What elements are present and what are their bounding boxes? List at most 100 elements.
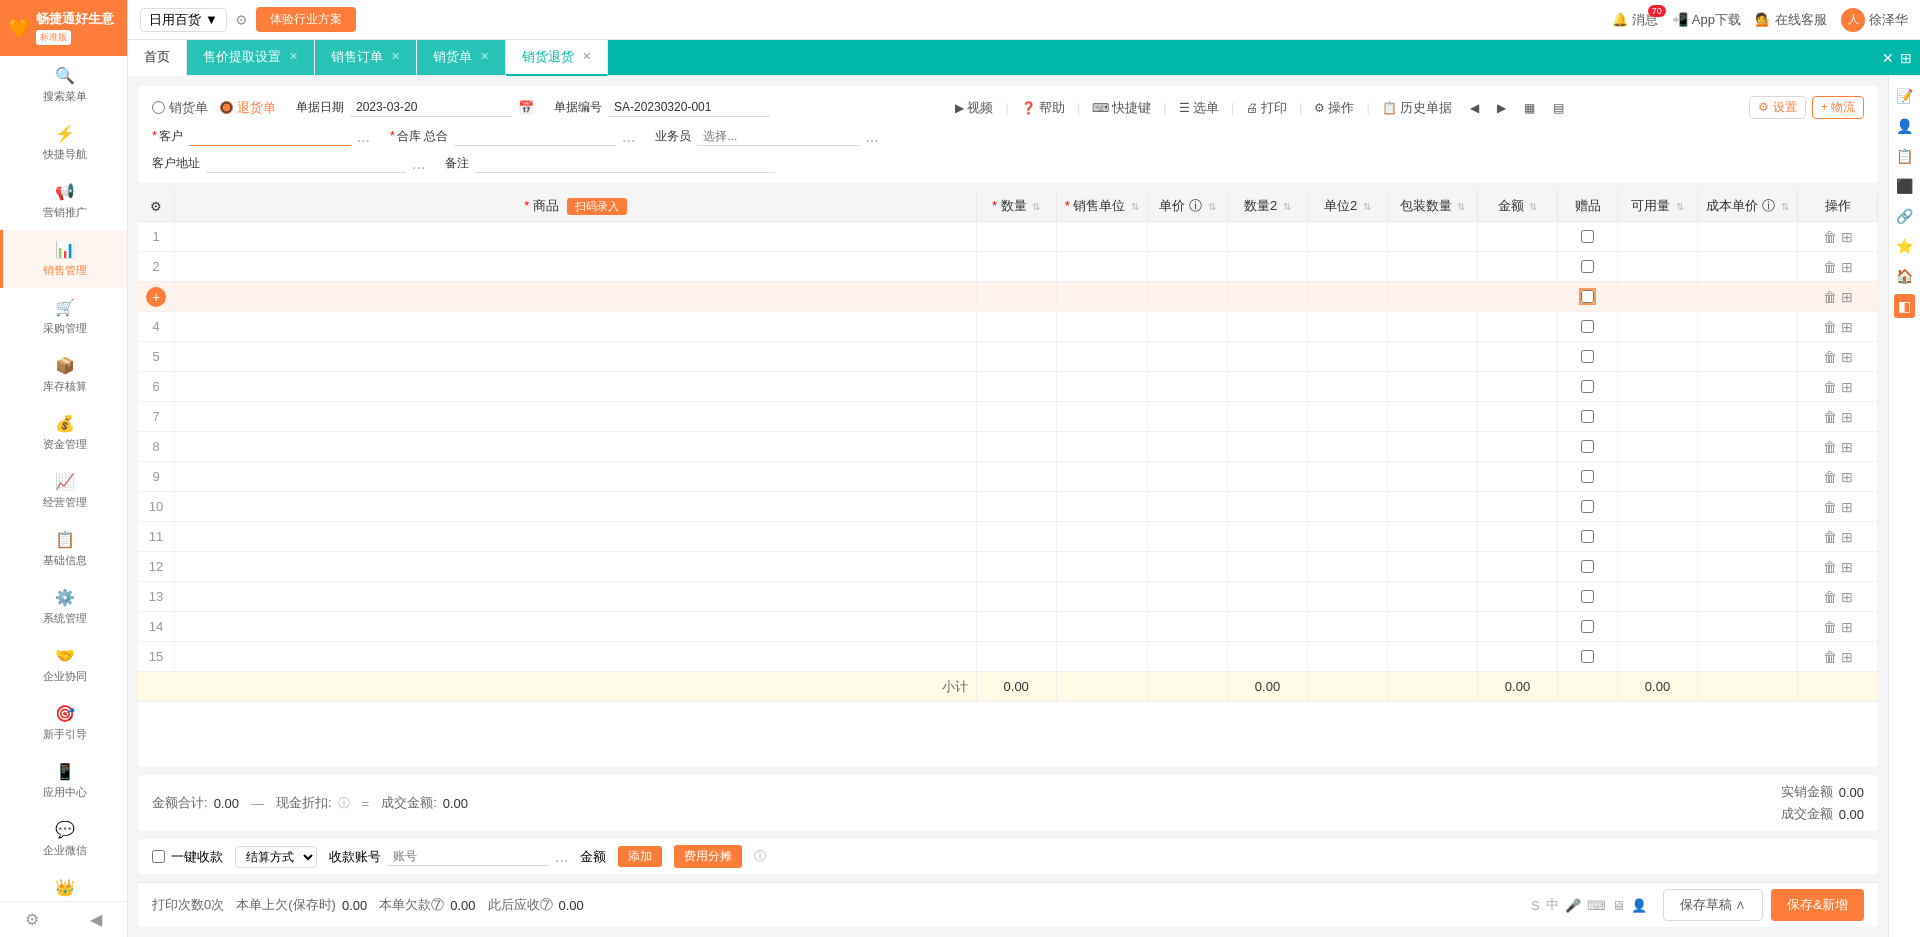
copy-row-icon-12[interactable]: ⊞: [1841, 559, 1853, 575]
gift-checkbox-8[interactable]: [1581, 440, 1594, 453]
add-row-btn[interactable]: +: [146, 287, 166, 307]
price-cell-1[interactable]: [1148, 222, 1228, 252]
gift-checkbox-10[interactable]: [1581, 500, 1594, 513]
view-list-icon[interactable]: ▦: [1518, 99, 1541, 117]
price-cell-13[interactable]: [1148, 582, 1228, 612]
tab-close-icon[interactable]: ✕: [391, 50, 400, 63]
collapse-sidebar-icon[interactable]: ◀: [90, 910, 102, 929]
video-btn[interactable]: ▶ 视频: [949, 97, 999, 119]
unit-cell-1[interactable]: [1056, 222, 1147, 252]
unit2-cell-1[interactable]: [1308, 222, 1388, 252]
delete-row-icon-2[interactable]: 🗑: [1823, 259, 1837, 275]
pack-qty-cell-2[interactable]: [1388, 252, 1478, 282]
qty-cell-10[interactable]: [976, 492, 1056, 522]
unit2-cell-14[interactable]: [1308, 612, 1388, 642]
price-cell-7[interactable]: [1148, 402, 1228, 432]
unit2-cell-11[interactable]: [1308, 522, 1388, 552]
available-cell-11[interactable]: [1618, 522, 1698, 552]
rs-icon-1[interactable]: 📝: [1892, 84, 1917, 108]
qty-cell-7[interactable]: [976, 402, 1056, 432]
available-cell-15[interactable]: [1618, 642, 1698, 672]
copy-row-icon-11[interactable]: ⊞: [1841, 529, 1853, 545]
available-cell-14[interactable]: [1618, 612, 1698, 642]
rs-icon-2[interactable]: 👤: [1892, 114, 1917, 138]
rs-icon-5[interactable]: 🔗: [1892, 204, 1917, 228]
gift-cell-1[interactable]: [1558, 222, 1618, 252]
qty2-cell-4[interactable]: [1228, 312, 1308, 342]
sidebar-item-search[interactable]: 🔍 搜索菜单: [0, 56, 127, 114]
amount-cell-5[interactable]: [1478, 342, 1558, 372]
pack-qty-cell-11[interactable]: [1388, 522, 1478, 552]
price-cell-8[interactable]: [1148, 432, 1228, 462]
gift-cell-13[interactable]: [1558, 582, 1618, 612]
remark-input[interactable]: [475, 154, 775, 173]
pack-qty-cell-12[interactable]: [1388, 552, 1478, 582]
copy-row-icon-9[interactable]: ⊞: [1841, 469, 1853, 485]
amount-cell-8[interactable]: [1478, 432, 1558, 462]
radio-sales[interactable]: 销货单: [152, 99, 208, 117]
qty-cell-4[interactable]: [976, 312, 1056, 342]
cost-cell-4[interactable]: [1698, 312, 1798, 342]
delete-row-icon-10[interactable]: 🗑: [1823, 499, 1837, 515]
pack-qty-cell-15[interactable]: [1388, 642, 1478, 672]
tab-price-setting[interactable]: 售价提取设置 ✕: [187, 40, 315, 76]
unit2-cell-8[interactable]: [1308, 432, 1388, 462]
copy-row-icon-3[interactable]: ⊞: [1841, 289, 1853, 305]
gift-checkbox-15[interactable]: [1581, 650, 1594, 663]
delete-row-icon-12[interactable]: 🗑: [1823, 559, 1837, 575]
copy-row-icon-15[interactable]: ⊞: [1841, 649, 1853, 665]
sidebar-item-operations[interactable]: 📈 经营管理: [0, 462, 127, 520]
qty2-cell-2[interactable]: [1228, 252, 1308, 282]
account-more-icon[interactable]: ...: [555, 848, 568, 866]
price-cell-3[interactable]: [1148, 282, 1228, 312]
available-cell-1[interactable]: [1618, 222, 1698, 252]
cost-cell-6[interactable]: [1698, 372, 1798, 402]
gift-cell-7[interactable]: [1558, 402, 1618, 432]
goods-cell-2[interactable]: [175, 252, 977, 282]
qty-cell-5[interactable]: [976, 342, 1056, 372]
unit-cell-9[interactable]: [1056, 462, 1147, 492]
sidebar-item-finance[interactable]: 💰 资金管理: [0, 404, 127, 462]
tab-sales-order[interactable]: 销售订单 ✕: [315, 40, 417, 76]
online-service-btn[interactable]: 💁 在线客服: [1755, 11, 1827, 29]
cost-cell-15[interactable]: [1698, 642, 1798, 672]
unit-cell-7[interactable]: [1056, 402, 1147, 432]
goods-cell-4[interactable]: [175, 312, 977, 342]
price-cell-6[interactable]: [1148, 372, 1228, 402]
copy-row-icon-7[interactable]: ⊞: [1841, 409, 1853, 425]
gift-checkbox-1[interactable]: [1581, 230, 1594, 243]
unit-cell-13[interactable]: [1056, 582, 1147, 612]
delete-row-icon-15[interactable]: 🗑: [1823, 649, 1837, 665]
copy-row-icon-6[interactable]: ⊞: [1841, 379, 1853, 395]
available-cell-8[interactable]: [1618, 432, 1698, 462]
copy-row-icon-8[interactable]: ⊞: [1841, 439, 1853, 455]
cost-cell-9[interactable]: [1698, 462, 1798, 492]
user-profile[interactable]: 人 徐泽华: [1841, 8, 1908, 32]
qty-cell-2[interactable]: [976, 252, 1056, 282]
qty-cell-8[interactable]: [976, 432, 1056, 462]
delete-row-icon-6[interactable]: 🗑: [1823, 379, 1837, 395]
qty2-cell-1[interactable]: [1228, 222, 1308, 252]
qty-cell-11[interactable]: [976, 522, 1056, 552]
available-cell-9[interactable]: [1618, 462, 1698, 492]
sidebar-item-wechat[interactable]: 💬 企业微信: [0, 810, 127, 868]
fee-split-btn[interactable]: 费用分摊: [674, 845, 742, 868]
gift-cell-8[interactable]: [1558, 432, 1618, 462]
pack-qty-cell-9[interactable]: [1388, 462, 1478, 492]
amount-cell-13[interactable]: [1478, 582, 1558, 612]
copy-row-icon-14[interactable]: ⊞: [1841, 619, 1853, 635]
rs-icon-4[interactable]: ⬛: [1892, 174, 1917, 198]
available-cell-7[interactable]: [1618, 402, 1698, 432]
amount-cell-10[interactable]: [1478, 492, 1558, 522]
unit-cell-6[interactable]: [1056, 372, 1147, 402]
gift-cell-10[interactable]: [1558, 492, 1618, 522]
available-cell-2[interactable]: [1618, 252, 1698, 282]
cost-cell-13[interactable]: [1698, 582, 1798, 612]
gift-cell-5[interactable]: [1558, 342, 1618, 372]
industry-select[interactable]: 日用百货 ▼: [140, 8, 227, 32]
price-cell-9[interactable]: [1148, 462, 1228, 492]
qty2-cell-11[interactable]: [1228, 522, 1308, 552]
gift-cell-4[interactable]: [1558, 312, 1618, 342]
available-cell-5[interactable]: [1618, 342, 1698, 372]
unit2-cell-15[interactable]: [1308, 642, 1388, 672]
